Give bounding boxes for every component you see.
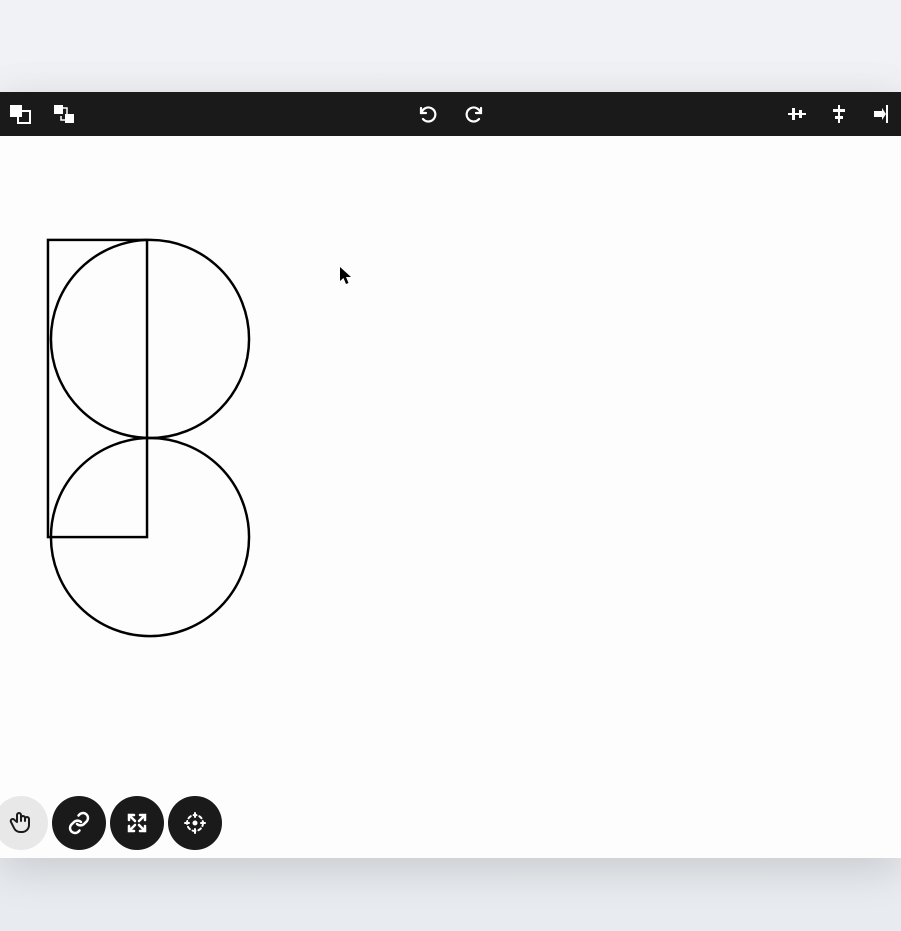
merge-shapes-button[interactable] xyxy=(8,102,32,126)
crosshair-icon xyxy=(183,811,207,835)
redo-button[interactable] xyxy=(463,102,487,126)
toolbar-right-group xyxy=(785,102,893,126)
pointer-tool-button[interactable] xyxy=(0,796,48,850)
subtract-shapes-icon xyxy=(53,104,75,124)
align-vertical-icon xyxy=(830,105,848,123)
redo-icon xyxy=(465,104,485,124)
align-edge-button[interactable] xyxy=(869,102,893,126)
cursor-icon xyxy=(340,267,354,285)
align-edge-icon xyxy=(872,105,890,123)
align-vertical-button[interactable] xyxy=(827,102,851,126)
toolbar-center-group xyxy=(415,102,487,126)
undo-icon xyxy=(417,104,437,124)
target-tool-button[interactable] xyxy=(168,796,222,850)
toolbar xyxy=(0,92,901,136)
floating-toolbar xyxy=(0,796,222,850)
pointer-hand-icon xyxy=(9,810,33,836)
canvas-drawing xyxy=(45,236,255,646)
link-icon xyxy=(67,811,91,835)
merge-shapes-icon xyxy=(9,104,31,124)
align-horizontal-button[interactable] xyxy=(785,102,809,126)
fullscreen-tool-button[interactable] xyxy=(110,796,164,850)
expand-icon xyxy=(126,812,148,834)
align-horizontal-icon xyxy=(788,105,806,123)
app-window xyxy=(0,92,901,858)
toolbar-left-group xyxy=(8,102,76,126)
shape-circle-top[interactable] xyxy=(51,240,249,438)
undo-button[interactable] xyxy=(415,102,439,126)
subtract-shapes-button[interactable] xyxy=(52,102,76,126)
canvas[interactable] xyxy=(0,136,901,858)
link-tool-button[interactable] xyxy=(52,796,106,850)
